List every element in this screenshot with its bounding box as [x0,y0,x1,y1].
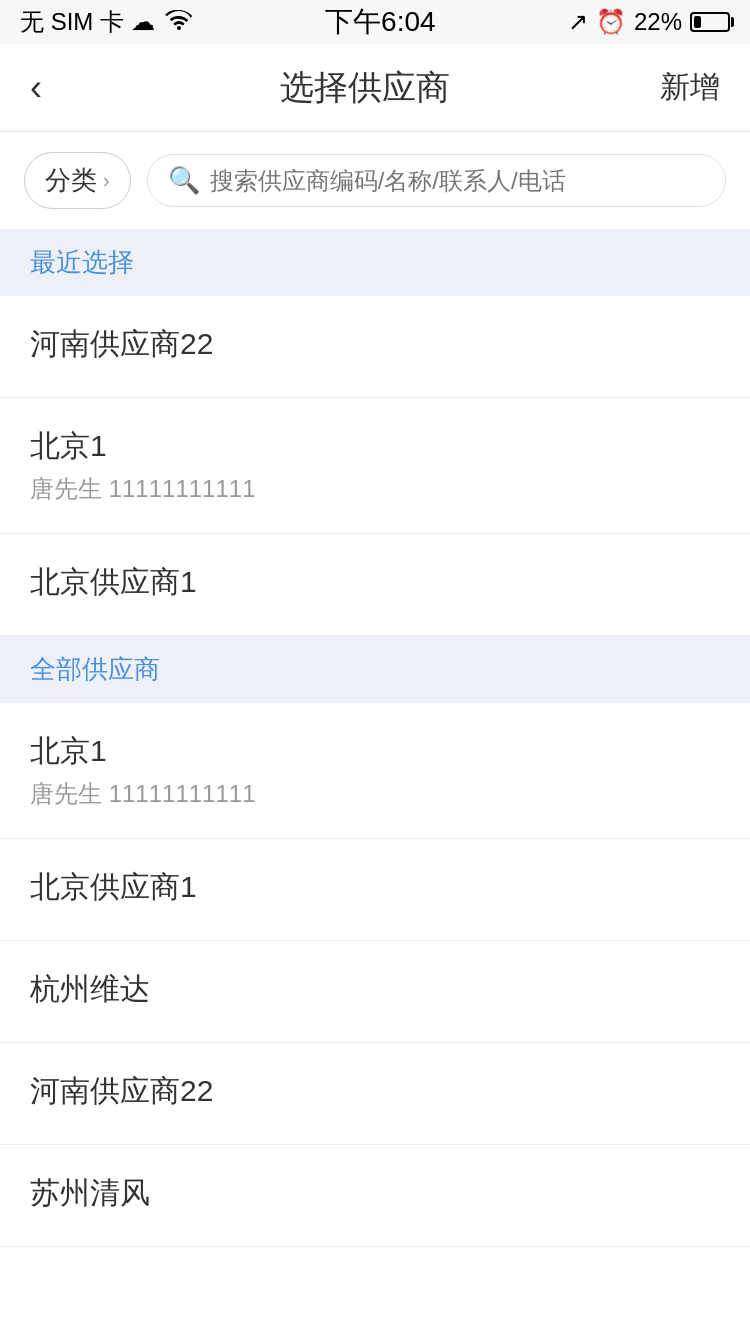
list-item[interactable]: 北京供应商1 [0,839,750,941]
add-button[interactable]: 新增 [640,67,720,108]
list-item[interactable]: 河南供应商22 [0,296,750,398]
item-name: 河南供应商22 [30,1071,720,1112]
item-name: 苏州清风 [30,1173,720,1214]
all-section-title: 全部供应商 [30,654,160,684]
chevron-right-icon: › [103,169,110,192]
wifi-icon [165,8,193,36]
list-item[interactable]: 河南供应商22 [0,1043,750,1145]
item-name: 北京1 [30,731,720,772]
item-name: 河南供应商22 [30,324,720,365]
search-input[interactable] [210,167,705,195]
list-item[interactable]: 北京供应商1 [0,534,750,636]
item-contact: 唐先生 11111111111 [30,778,720,810]
back-button[interactable]: ‹ [30,67,90,109]
all-list: 北京1 唐先生 11111111111 北京供应商1 杭州维达河南供应商22 苏州清风 [0,703,750,1247]
recent-section-header: 最近选择 [0,229,750,296]
list-item[interactable]: 北京1 唐先生 11111111111 [0,398,750,534]
page-title: 选择供应商 [280,65,450,111]
battery-icon [690,12,730,32]
item-name: 北京供应商1 [30,867,720,908]
nav-bar: ‹ 选择供应商 新增 [0,44,750,132]
list-item[interactable]: 北京1 唐先生 11111111111 [0,703,750,839]
status-left: 无 SIM 卡 ☁ [20,6,193,38]
status-time: 下午6:04 [325,3,436,41]
alarm-icon: ⏰ [596,8,626,36]
all-section-header: 全部供应商 [0,636,750,703]
search-box: 🔍 [147,154,726,207]
item-name: 杭州维达 [30,969,720,1010]
item-name: 北京1 [30,426,720,467]
location-icon: ↗ [568,8,588,36]
item-name: 北京供应商1 [30,562,720,603]
recent-list: 河南供应商22 北京1 唐先生 11111111111 北京供应商1 [0,296,750,636]
recent-section-title: 最近选择 [30,247,134,277]
battery-fill [694,16,701,28]
search-icon: 🔍 [168,165,200,196]
sim-status: 无 SIM 卡 ☁ [20,6,155,38]
filter-bar: 分类 › 🔍 [0,132,750,229]
item-contact: 唐先生 11111111111 [30,473,720,505]
list-item[interactable]: 苏州清风 [0,1145,750,1247]
status-bar: 无 SIM 卡 ☁ 下午6:04 ↗ ⏰ 22% [0,0,750,44]
category-button[interactable]: 分类 › [24,152,131,209]
battery-percent: 22% [634,8,682,36]
list-item[interactable]: 杭州维达 [0,941,750,1043]
status-right: ↗ ⏰ 22% [568,8,730,36]
category-label: 分类 [45,163,97,198]
